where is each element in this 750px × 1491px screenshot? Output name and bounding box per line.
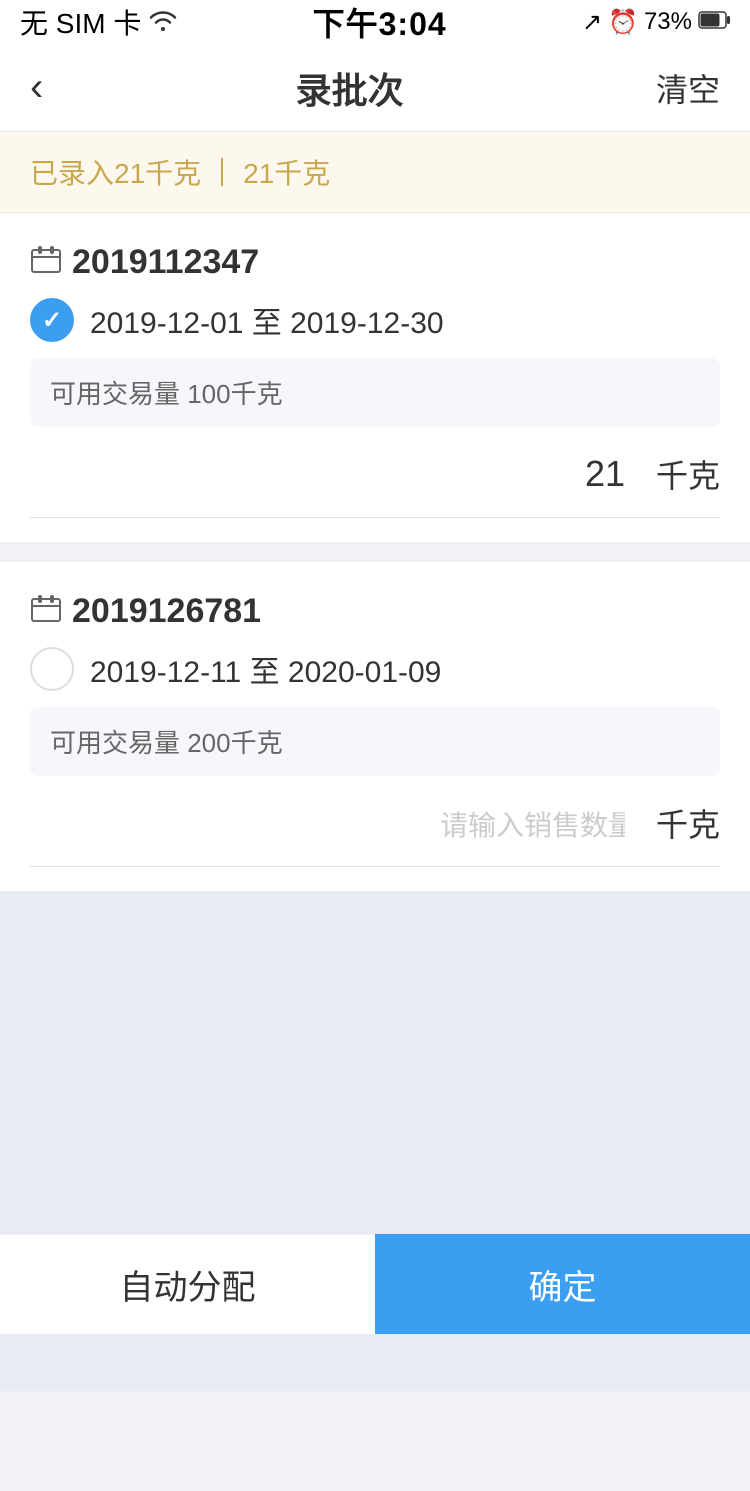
qty-unit-2: 千克 bbox=[656, 800, 720, 846]
input-row-2: 千克 bbox=[30, 776, 720, 866]
page-title: 录批次 bbox=[296, 62, 404, 114]
sim-status: 无 SIM 卡 bbox=[20, 2, 141, 42]
card-date-2: 2019-12-11 至 2020-01-09 bbox=[90, 647, 441, 691]
qty-input-1[interactable] bbox=[440, 453, 640, 495]
confirm-button[interactable]: 确定 bbox=[375, 1234, 750, 1334]
summary-divider bbox=[221, 158, 223, 186]
batch-id-2: 2019126781 bbox=[72, 592, 261, 631]
qty-unit-1: 千克 bbox=[656, 451, 720, 497]
available-qty-text-2: 可用交易量 200千克 bbox=[50, 728, 283, 758]
clear-button[interactable]: 清空 bbox=[656, 65, 720, 111]
summary-label: 已录入21千克 bbox=[30, 152, 201, 192]
batch-icon-2 bbox=[30, 593, 62, 631]
status-bar: 无 SIM 卡 下午3:04 ↗ ⏰ 73% bbox=[0, 0, 750, 44]
back-button[interactable]: ‹ bbox=[30, 65, 43, 110]
input-row-1: 千克 bbox=[30, 427, 720, 517]
summary-bar: 已录入21千克 21千克 bbox=[0, 132, 750, 213]
wifi-icon bbox=[149, 6, 177, 38]
bottom-bar: 自动分配 确定 bbox=[0, 1234, 750, 1334]
status-right: ↗ ⏰ 73% bbox=[582, 8, 730, 37]
location-icon: ↗ bbox=[582, 8, 602, 37]
battery-icon bbox=[698, 8, 730, 36]
input-underline-1 bbox=[30, 517, 720, 518]
available-qty-box-1: 可用交易量 100千克 bbox=[30, 358, 720, 427]
radio-2[interactable] bbox=[30, 647, 74, 691]
batch-card-1: 2019112347 2019-12-01 至 2019-12-30 可用交易量… bbox=[0, 213, 750, 542]
batch-icon-1 bbox=[30, 244, 62, 282]
card-header-2: 2019126781 bbox=[30, 592, 720, 631]
card-date-row-1[interactable]: 2019-12-01 至 2019-12-30 bbox=[30, 298, 720, 342]
nav-bar: ‹ 录批次 清空 bbox=[0, 44, 750, 132]
status-left: 无 SIM 卡 bbox=[20, 2, 177, 42]
status-time: 下午3:04 bbox=[313, 0, 447, 45]
card-separator bbox=[0, 542, 750, 562]
card-date-1: 2019-12-01 至 2019-12-30 bbox=[90, 298, 444, 342]
available-qty-text-1: 可用交易量 100千克 bbox=[50, 379, 283, 409]
radio-1[interactable] bbox=[30, 298, 74, 342]
qty-input-2[interactable] bbox=[440, 802, 640, 844]
batch-id-1: 2019112347 bbox=[72, 243, 259, 282]
auto-distribute-button[interactable]: 自动分配 bbox=[0, 1234, 375, 1334]
input-underline-2 bbox=[30, 866, 720, 867]
card-header-1: 2019112347 bbox=[30, 243, 720, 282]
batch-card-2: 2019126781 2019-12-11 至 2020-01-09 可用交易量… bbox=[0, 562, 750, 891]
summary-value: 21千克 bbox=[243, 152, 330, 192]
available-qty-box-2: 可用交易量 200千克 bbox=[30, 707, 720, 776]
card-date-row-2[interactable]: 2019-12-11 至 2020-01-09 bbox=[30, 647, 720, 691]
alarm-icon: ⏰ bbox=[608, 8, 638, 37]
battery-level: 73% bbox=[644, 8, 692, 36]
